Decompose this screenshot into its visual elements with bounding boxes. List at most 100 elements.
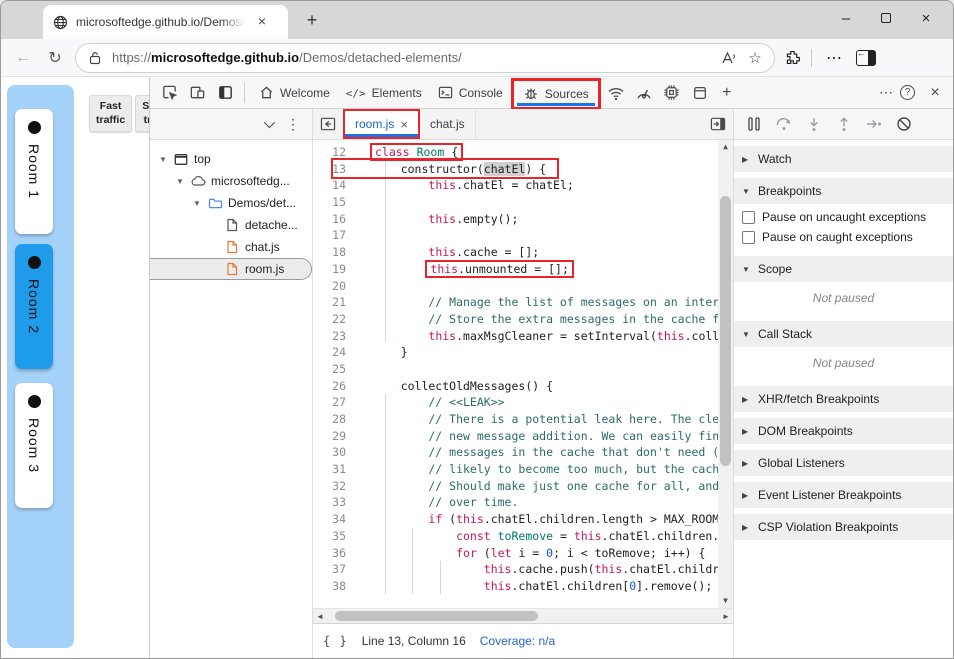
line-number[interactable]: 38 <box>313 578 346 595</box>
panel-tab-elements[interactable]: </>Elements <box>338 78 430 108</box>
panel-tab-welcome[interactable]: Welcome <box>251 78 338 108</box>
more-tabs-button[interactable]: + <box>715 84 739 102</box>
file-tree-item-chat-js[interactable]: chat.js <box>150 236 312 258</box>
read-aloud-icon[interactable] <box>720 49 738 67</box>
performance-icon[interactable] <box>631 80 657 106</box>
devtools-close-icon[interactable]: × <box>923 84 947 102</box>
line-number[interactable]: 34 <box>313 511 346 528</box>
file-tree-item-detache-[interactable]: detache... <box>150 214 312 236</box>
coverage-link[interactable]: Coverage: n/a <box>480 634 555 648</box>
step-out-icon[interactable] <box>834 114 854 134</box>
window-close-button[interactable]: × <box>917 10 935 27</box>
line-number[interactable]: 19 <box>313 261 346 278</box>
line-number[interactable]: 23 <box>313 328 346 345</box>
address-bar[interactable]: https://microsoftedge.github.io/Demos/de… <box>75 43 775 73</box>
room-tab[interactable]: Room 3 <box>15 383 53 508</box>
line-number[interactable]: 31 <box>313 461 346 478</box>
traffic-button[interactable]: Slo tra <box>135 95 149 132</box>
section-event-listener-breakpoints[interactable]: ▶Event Listener Breakpoints <box>734 482 953 508</box>
step-icon[interactable] <box>864 114 884 134</box>
line-number[interactable]: 33 <box>313 494 346 511</box>
editor-vertical-scrollbar[interactable]: ▲ ▼ <box>718 140 733 608</box>
panel-tab-sources[interactable]: Sources <box>511 78 601 110</box>
scroll-down-icon[interactable]: ▼ <box>718 594 733 608</box>
room-tab[interactable]: Room 2 <box>15 244 53 369</box>
scroll-right-icon[interactable]: ► <box>719 609 733 623</box>
file-tree-item-top[interactable]: ▼top <box>150 148 312 170</box>
line-number[interactable]: 29 <box>313 428 346 445</box>
editor-tab-room.js[interactable]: room.js× <box>343 109 420 139</box>
line-number[interactable]: 30 <box>313 444 346 461</box>
editor-horizontal-scrollbar[interactable]: ◄ ► <box>313 608 733 623</box>
section-xhr-fetch-breakpoints[interactable]: ▶XHR/fetch Breakpoints <box>734 386 953 412</box>
url-text[interactable]: https://microsoftedge.github.io/Demos/de… <box>112 50 712 65</box>
tab-close-icon[interactable]: × <box>400 117 408 132</box>
memory-icon[interactable] <box>659 80 685 106</box>
line-number[interactable]: 32 <box>313 478 346 495</box>
section-scope[interactable]: ▼Scope <box>734 256 953 282</box>
inspect-element-icon[interactable] <box>156 80 182 106</box>
activity-bar-dock-icon[interactable] <box>212 80 238 106</box>
browser-tab[interactable]: microsoftedge.github.io/Demos/detached-e… <box>43 5 288 39</box>
line-number[interactable]: 13 <box>313 161 346 178</box>
section-global-listeners[interactable]: ▶Global Listeners <box>734 450 953 476</box>
line-number[interactable]: 16 <box>313 211 346 228</box>
traffic-button[interactable]: Fast traffic <box>89 95 132 132</box>
line-number[interactable]: 28 <box>313 411 346 428</box>
section-watch[interactable]: ▶Watch <box>734 146 953 172</box>
devtools-help-icon[interactable]: ? <box>900 85 915 100</box>
file-tree-item-microsoftedg-[interactable]: ▼microsoftedg... <box>150 170 312 192</box>
pause-script-icon[interactable] <box>744 114 764 134</box>
line-number[interactable]: 26 <box>313 378 346 395</box>
file-tree-item-room-js[interactable]: room.js <box>150 258 312 280</box>
scroll-left-icon[interactable]: ◄ <box>313 609 327 623</box>
step-into-icon[interactable] <box>804 114 824 134</box>
minimize-button[interactable]: – <box>837 10 855 27</box>
new-tab-button[interactable]: + <box>300 9 324 33</box>
network-icon[interactable] <box>603 80 629 106</box>
line-number[interactable]: 37 <box>313 561 346 578</box>
section-call-stack[interactable]: ▼Call Stack <box>734 321 953 347</box>
device-emulation-icon[interactable] <box>184 80 210 106</box>
tree-expand-icon[interactable]: ▼ <box>158 155 168 164</box>
navigator-more-icon[interactable]: ⋮ <box>286 116 300 133</box>
settings-more-icon[interactable]: ⋯ <box>822 48 846 68</box>
pretty-print-button[interactable]: { } <box>323 634 348 648</box>
favorite-star-icon[interactable]: ☆ <box>746 49 764 67</box>
line-number[interactable]: 18 <box>313 244 346 261</box>
line-number[interactable]: 27 <box>313 394 346 411</box>
tree-expand-icon[interactable]: ▼ <box>175 177 185 186</box>
section-csp-violation-breakpoints[interactable]: ▶CSP Violation Breakpoints <box>734 514 953 540</box>
checkbox[interactable] <box>742 231 755 244</box>
step-over-icon[interactable] <box>774 114 794 134</box>
back-button[interactable]: ← <box>11 49 35 67</box>
line-number[interactable]: 36 <box>313 545 346 562</box>
line-number[interactable]: 21 <box>313 294 346 311</box>
application-icon[interactable] <box>687 80 713 106</box>
checkbox[interactable] <box>742 211 755 224</box>
deactivate-breakpoints-icon[interactable] <box>894 114 914 134</box>
line-number[interactable]: 25 <box>313 361 346 378</box>
horizontal-scroll-thumb[interactable] <box>335 611 538 621</box>
room-tab[interactable]: Room 1 <box>15 109 53 234</box>
maximize-button[interactable] <box>881 13 891 23</box>
line-number[interactable]: 35 <box>313 528 346 545</box>
scroll-up-icon[interactable]: ▲ <box>718 140 733 154</box>
pause-option-row[interactable]: Pause on uncaught exceptions <box>734 207 953 227</box>
devtools-more-icon[interactable]: ⋯ <box>874 84 898 101</box>
panel-tab-console[interactable]: Console <box>430 78 511 108</box>
copilot-sidebar-icon[interactable] <box>856 50 876 66</box>
tree-expand-icon[interactable]: ▼ <box>192 199 202 208</box>
line-number[interactable]: 24 <box>313 344 346 361</box>
line-number[interactable]: 17 <box>313 227 346 244</box>
code-area[interactable]: 12class Room {13 constructor(chatEl) {14… <box>313 140 733 608</box>
tab-close-icon[interactable]: × <box>253 13 271 31</box>
extensions-puzzle-icon[interactable] <box>783 49 801 67</box>
chevron-down-icon[interactable] <box>264 117 275 128</box>
section-dom-breakpoints[interactable]: ▶DOM Breakpoints <box>734 418 953 444</box>
line-number[interactable]: 15 <box>313 194 346 211</box>
pause-option-row[interactable]: Pause on caught exceptions <box>734 227 953 247</box>
editor-tab-chat.js[interactable]: chat.js <box>420 109 476 139</box>
file-tree-item-demos-det-[interactable]: ▼Demos/det... <box>150 192 312 214</box>
section-breakpoints[interactable]: ▼Breakpoints <box>734 178 953 204</box>
